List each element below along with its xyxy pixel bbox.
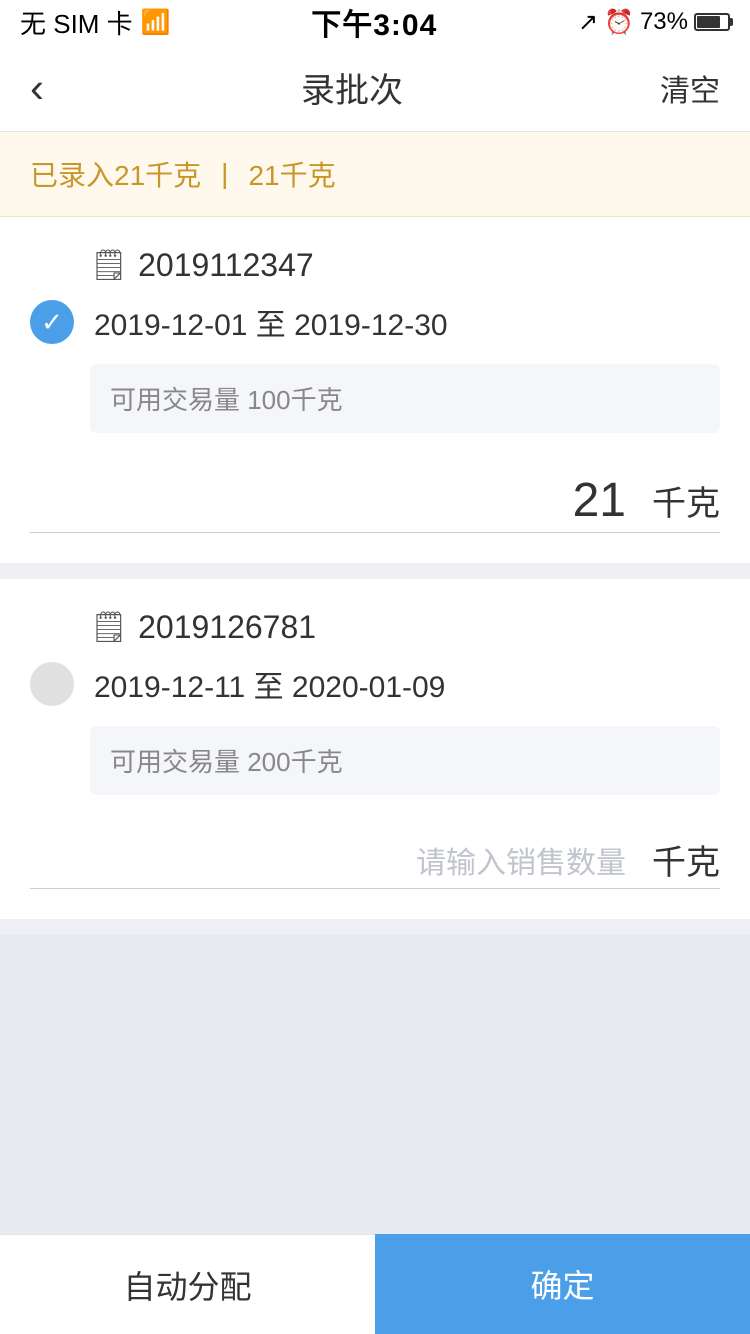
battery-icon [694, 13, 730, 31]
batch-date-text-1: 2019-12-01 至 2019-12-30 [94, 300, 448, 344]
radio-unchecked-2[interactable] [30, 662, 74, 706]
status-bar-left: 无 SIM 卡 📶 [20, 4, 171, 41]
batch-id-text-2: 2019126781 [138, 609, 316, 646]
quantity-underline-1 [30, 532, 720, 533]
confirm-button[interactable]: 确定 [375, 1234, 750, 1334]
batch-item-1: 🗒 2019112347 ✓ 2019-12-01 至 2019-12-30 可… [0, 217, 750, 433]
batch-card-1: 🗒 2019112347 ✓ 2019-12-01 至 2019-12-30 可… [0, 217, 750, 563]
back-button[interactable]: ‹ [30, 67, 44, 109]
battery-text: 73% [640, 8, 688, 36]
alarm-icon: ⏰ [604, 8, 634, 37]
wifi-icon: 📶 [141, 8, 171, 37]
status-bar: 无 SIM 卡 📶 下午3:04 ↗ ⏰ 73% [0, 0, 750, 44]
batch-doc-icon-1: 🗒 [90, 248, 128, 283]
carrier-text: 无 SIM 卡 [20, 4, 133, 41]
batch-card-2: 🗒 2019126781 2019-12-11 至 2020-01-09 可用交… [0, 579, 750, 919]
batch-date-row-2[interactable]: 2019-12-11 至 2020-01-09 [30, 662, 720, 706]
batch-id-row-1: 🗒 2019112347 [90, 247, 720, 284]
check-icon-1: ✓ [41, 307, 63, 338]
batch-item-2: 🗒 2019126781 2019-12-11 至 2020-01-09 可用交… [0, 579, 750, 795]
batch-doc-icon-2: 🗒 [90, 610, 128, 645]
quantity-value-1[interactable]: 21 [573, 473, 626, 528]
main-content: 🗒 2019112347 ✓ 2019-12-01 至 2019-12-30 可… [0, 217, 750, 1319]
batch-date-row-1[interactable]: ✓ 2019-12-01 至 2019-12-30 [30, 300, 720, 344]
batch-id-row-2: 🗒 2019126781 [90, 609, 720, 646]
input-underline-2 [30, 888, 720, 889]
section-divider-2 [0, 919, 750, 935]
summary-divider: | [221, 158, 228, 190]
radio-checked-1[interactable]: ✓ [30, 300, 74, 344]
summary-banner: 已录入21千克 | 21千克 [0, 132, 750, 217]
quantity-unit-1: 千克 [652, 476, 720, 525]
batch-id-text-1: 2019112347 [138, 247, 314, 284]
available-box-1: 可用交易量 100千克 [90, 364, 720, 433]
nav-bar: ‹ 录批次 清空 [0, 44, 750, 132]
batch-date-text-2: 2019-12-11 至 2020-01-09 [94, 662, 445, 706]
summary-value: 21千克 [248, 154, 335, 194]
summary-label: 已录入21千克 [30, 154, 201, 194]
available-box-2: 可用交易量 200千克 [90, 726, 720, 795]
page-title: 录批次 [301, 63, 403, 112]
time-display: 下午3:04 [311, 0, 437, 44]
section-divider-1 [0, 563, 750, 579]
clear-button[interactable]: 清空 [660, 66, 720, 110]
location-icon: ↗ [578, 8, 598, 37]
bottom-bar: 自动分配 确定 [0, 1234, 750, 1334]
quantity-input-2[interactable]: 请输入销售数量 [416, 838, 626, 882]
auto-distribute-button[interactable]: 自动分配 [0, 1234, 375, 1334]
quantity-unit-2: 千克 [652, 835, 720, 884]
status-bar-right: ↗ ⏰ 73% [578, 8, 730, 37]
